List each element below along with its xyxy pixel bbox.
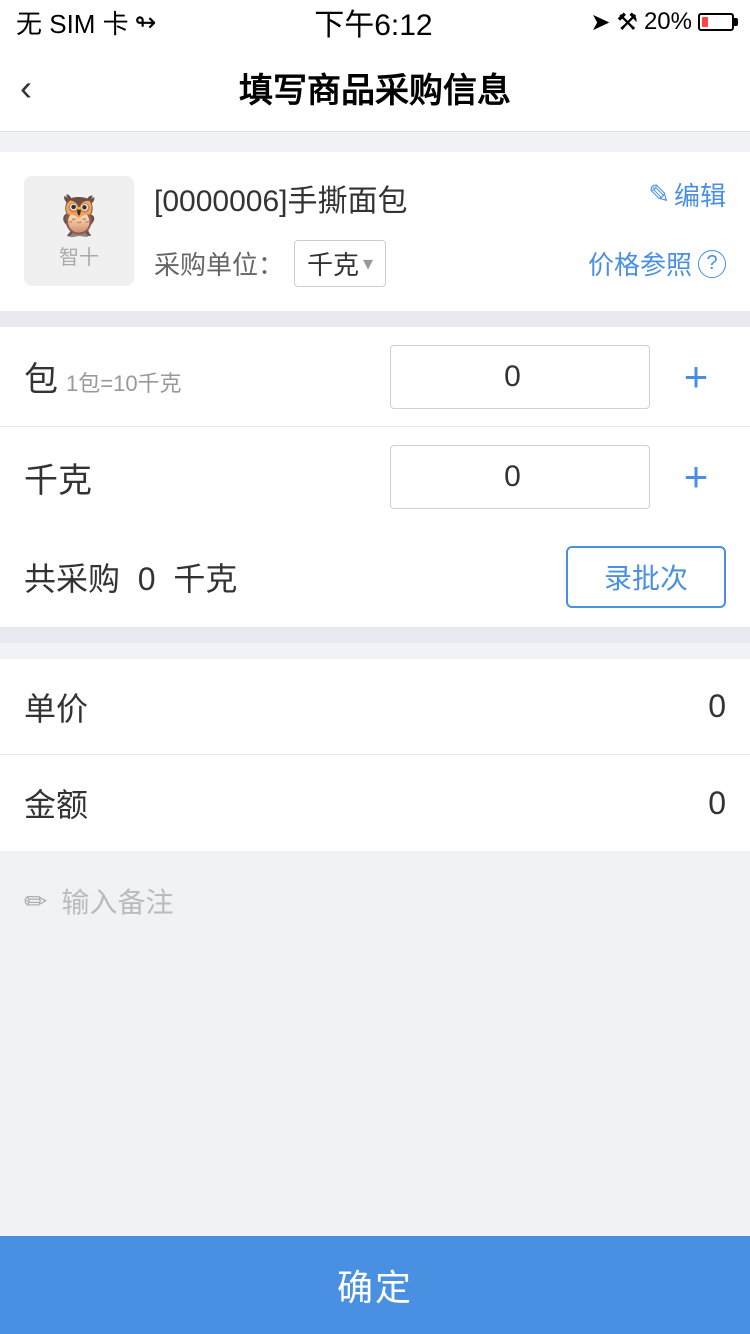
wifi-icon: ↬: [135, 7, 157, 38]
note-placeholder: 输入备注: [61, 881, 173, 921]
note-section[interactable]: ✏ 输入备注: [0, 851, 750, 951]
product-name: [0000006]手撕面包: [154, 176, 407, 220]
no-sim-label: 无 SIM 卡: [16, 4, 129, 41]
bag-plus-button[interactable]: +: [666, 347, 726, 407]
unit-price-label: 单价: [24, 684, 88, 730]
product-card: 🦉 智十 [0000006]手撕面包 ✎ 编辑 采购单位： 千克 ▾ 价格参照: [0, 152, 750, 311]
input-section: 包 1包=10千克 + 千克 +: [0, 327, 750, 527]
amount-label: 金额: [24, 780, 88, 826]
status-bar: 无 SIM 卡 ↬ 下午6:12 ➤ ⚒ 20%: [0, 0, 750, 44]
status-left: 无 SIM 卡 ↬: [16, 4, 156, 41]
battery-icon: [698, 13, 734, 31]
status-right: ➤ ⚒ 20%: [590, 8, 734, 37]
unit-price-value: 0: [708, 688, 726, 725]
bag-label: 包: [24, 352, 58, 401]
status-time: 下午6:12: [314, 0, 432, 44]
product-logo-text: 智十: [59, 241, 99, 270]
pencil-icon: ✏: [24, 885, 47, 918]
price-ref-button[interactable]: 价格参照 ?: [588, 245, 726, 282]
edit-button[interactable]: ✎ 编辑: [648, 176, 726, 213]
bag-input-row: 包 1包=10千克 +: [0, 327, 750, 427]
dropdown-arrow-icon: ▾: [363, 251, 373, 276]
bag-quantity-input[interactable]: [390, 345, 650, 409]
edit-icon: ✎: [648, 179, 670, 210]
section-divider-1: [0, 311, 750, 327]
price-section: 单价 0 金额 0: [0, 659, 750, 851]
kg-label: 千克: [24, 453, 92, 502]
product-image: 🦉 智十: [24, 176, 134, 286]
summary-section: 共采购 0 千克 录批次: [0, 527, 750, 627]
kg-plus-button[interactable]: +: [666, 447, 726, 507]
amount-value: 0: [708, 785, 726, 822]
unit-price-row: 单价 0: [0, 659, 750, 755]
kg-quantity-input[interactable]: [390, 445, 650, 509]
page-title: 填写商品采购信息: [239, 63, 511, 112]
purchase-unit-label: 采购单位：: [154, 245, 284, 282]
alarm-icon: ⚒: [616, 8, 638, 37]
nav-bar: ‹ 填写商品采购信息: [0, 44, 750, 132]
confirm-button[interactable]: 确定: [0, 1236, 750, 1334]
product-info: [0000006]手撕面包 ✎ 编辑 采购单位： 千克 ▾ 价格参照 ?: [154, 176, 726, 287]
bag-sub-label: 1包=10千克: [66, 366, 182, 398]
content-spacer: [0, 951, 750, 1236]
unit-select[interactable]: 千克 ▾: [294, 240, 386, 287]
kg-input-row: 千克 +: [0, 427, 750, 527]
section-divider-2: [0, 627, 750, 643]
battery-percent: 20%: [644, 8, 692, 36]
location-icon: ➤: [590, 8, 610, 37]
product-logo-icon: 🦉: [54, 192, 104, 239]
batch-button[interactable]: 录批次: [566, 546, 726, 608]
amount-row: 金额 0: [0, 755, 750, 851]
summary-total-text: 共采购 0 千克: [24, 554, 237, 600]
help-icon: ?: [698, 250, 726, 278]
back-button[interactable]: ‹: [20, 67, 32, 109]
